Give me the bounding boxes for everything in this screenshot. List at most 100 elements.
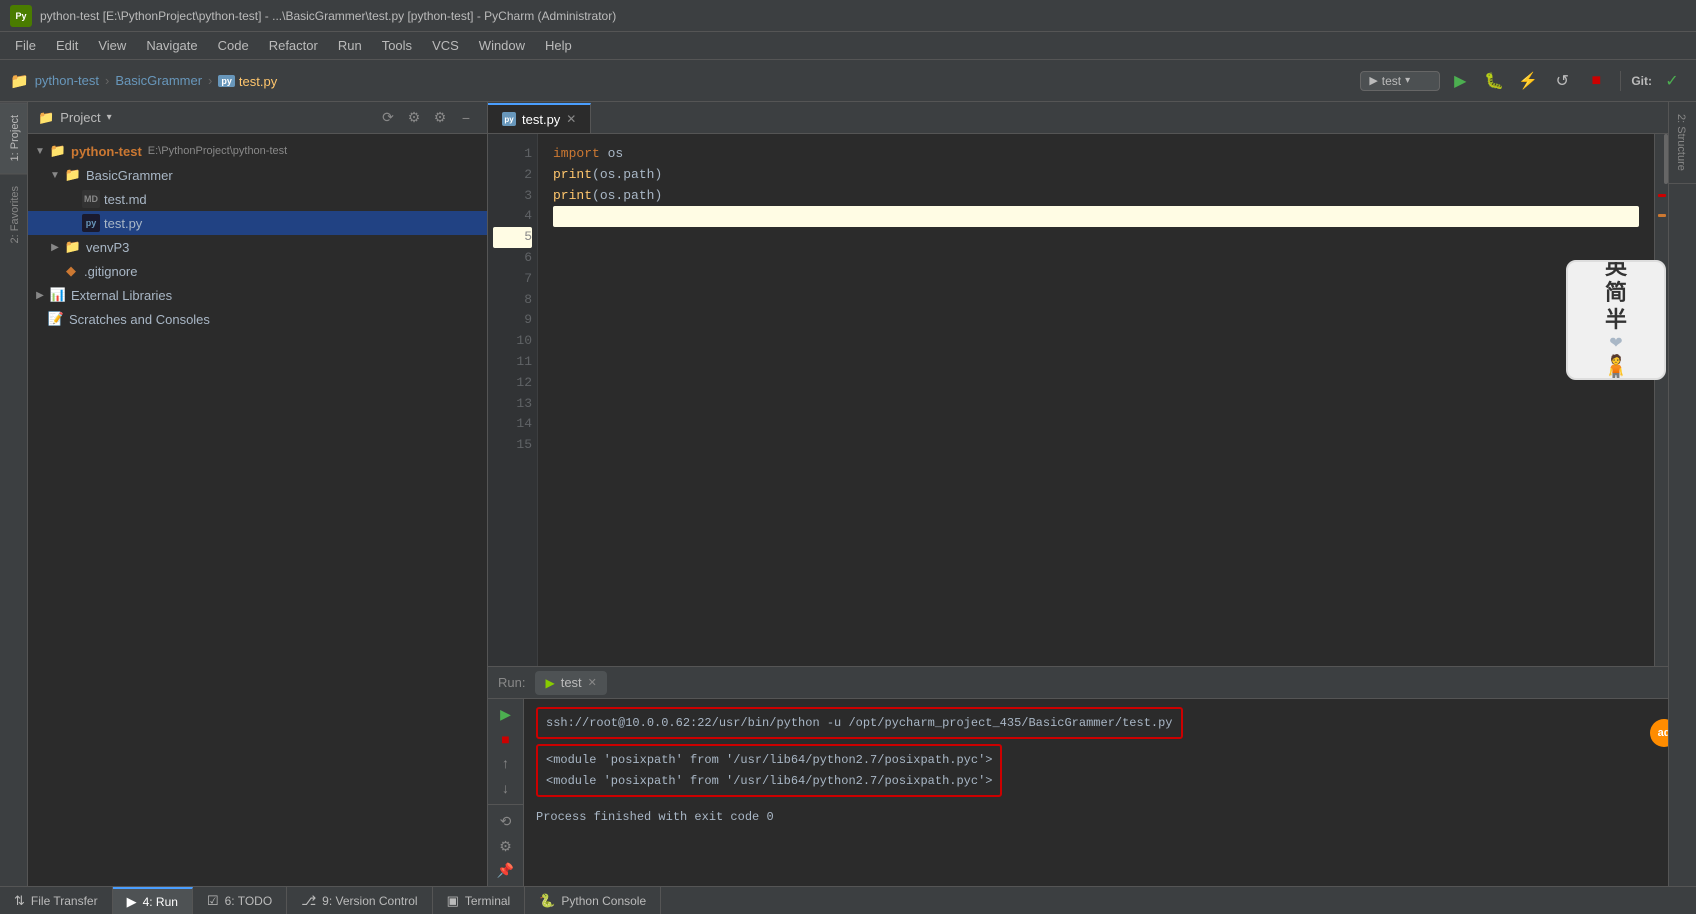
sync-button[interactable]: ⟳ xyxy=(377,107,399,129)
run-label: Run: xyxy=(498,675,525,690)
line-numbers: 1234 5 678910 1112131415 xyxy=(488,134,538,666)
stop-button[interactable]: ■ xyxy=(1582,67,1610,95)
tree-item-gitignore[interactable]: ◆ .gitignore xyxy=(28,259,487,283)
code-content-area[interactable]: import os print(os.path) print(os.path) xyxy=(538,134,1654,666)
tab-close-testpy[interactable]: ✕ xyxy=(566,112,576,126)
python-console-icon: 🐍 xyxy=(539,893,555,909)
project-panel: 📁 Project ▾ ⟳ ⚙ ⚙ − ▼ 📁 python-test E:\P… xyxy=(28,102,488,886)
run-tab-label: test xyxy=(561,675,582,690)
menu-code[interactable]: Code xyxy=(208,34,259,57)
run-restart-button[interactable]: ▶ xyxy=(493,704,519,725)
breadcrumb-file[interactable]: py test.py xyxy=(218,72,277,89)
mascot-sticker: 英简半 ❤ 🧍 xyxy=(1566,260,1666,380)
bottom-tab-terminal-label: Terminal xyxy=(465,894,510,908)
menu-help[interactable]: Help xyxy=(535,34,582,57)
bottom-tab-run-label: 4: Run xyxy=(143,895,178,909)
run-config-selector[interactable]: ▶ test ▾ xyxy=(1360,71,1440,91)
expand-arrow-basicgrammer[interactable]: ▼ xyxy=(48,168,62,182)
command-line: ssh://root@10.0.0.62:22/usr/bin/python -… xyxy=(546,716,1173,730)
run-pin-button[interactable]: 📌 xyxy=(493,860,519,881)
run-scroll-down[interactable]: ↓ xyxy=(493,778,519,799)
scratch-icon: 📝 xyxy=(47,310,65,328)
menu-refactor[interactable]: Refactor xyxy=(259,34,328,57)
bottom-tab-vcs-label: 9: Version Control xyxy=(322,894,417,908)
tree-item-venv[interactable]: ▶ 📁 venvP3 xyxy=(28,235,487,259)
window-icon: Py xyxy=(10,5,32,27)
menu-edit[interactable]: Edit xyxy=(46,34,88,57)
editor-tab-testpy[interactable]: py test.py ✕ xyxy=(488,103,591,133)
tab-label-testpy: test.py xyxy=(522,112,560,127)
run-stop-button[interactable]: ■ xyxy=(493,729,519,750)
editor-tabs: py test.py ✕ xyxy=(488,102,1668,134)
menu-run[interactable]: Run xyxy=(328,34,372,57)
bottom-tab-terminal[interactable]: ▣ Terminal xyxy=(433,887,526,914)
bottom-tab-todo[interactable]: ☑ 6: TODO xyxy=(193,887,287,914)
tree-item-testpy[interactable]: py test.py xyxy=(28,211,487,235)
tree-item-scratches[interactable]: 📝 Scratches and Consoles xyxy=(28,307,487,331)
code-editor[interactable]: 1234 5 678910 1112131415 import os print… xyxy=(488,134,1668,666)
tree-label-venv: venvP3 xyxy=(86,240,129,255)
title-text: python-test [E:\PythonProject\python-tes… xyxy=(40,9,616,23)
bottom-tab-python-console-label: Python Console xyxy=(561,894,646,908)
toolbar-right: ▶ test ▾ ▶ 🐛 ⚡ ↺ ■ Git: ✓ xyxy=(1360,67,1686,95)
bottom-tab-run[interactable]: ▶ 4: Run xyxy=(113,887,193,914)
menu-vcs[interactable]: VCS xyxy=(422,34,469,57)
tree-label-root: python-test xyxy=(71,144,142,159)
menu-window[interactable]: Window xyxy=(469,34,535,57)
tree-item-testmd[interactable]: MD test.md xyxy=(28,187,487,211)
project-dropdown-arrow[interactable]: ▾ xyxy=(107,112,112,123)
coverage-button[interactable]: ⚡ xyxy=(1514,67,1542,95)
breadcrumb-folder[interactable]: BasicGrammer xyxy=(115,73,202,88)
output-line-2: <module 'posixpath' from '/usr/lib64/pyt… xyxy=(546,771,992,791)
tree-label-testpy: test.py xyxy=(104,216,142,231)
menu-tools[interactable]: Tools xyxy=(372,34,422,57)
run-tab-close[interactable]: ✕ xyxy=(588,676,597,689)
filter-button[interactable]: ⚙ xyxy=(403,107,425,129)
py-icon-testpy: py xyxy=(82,214,100,232)
code-line-3: print(os.path) xyxy=(553,186,1639,207)
tree-item-external-libs[interactable]: ▶ 📊 External Libraries xyxy=(28,283,487,307)
minimize-button[interactable]: − xyxy=(455,107,477,129)
run-button[interactable]: ▶ xyxy=(1446,67,1474,95)
editor-scrollbar[interactable] xyxy=(1654,134,1668,666)
menu-view[interactable]: View xyxy=(88,34,136,57)
file-tree: ▼ 📁 python-test E:\PythonProject\python-… xyxy=(28,134,487,886)
run-settings-button[interactable]: ⚙ xyxy=(493,836,519,857)
run-toolbar: ▶ ■ ↑ ↓ ⟲ ⚙ 📌 xyxy=(488,699,524,886)
run-wrap-button[interactable]: ⟲ xyxy=(493,811,519,832)
filetransfer-icon: ⇅ xyxy=(14,893,25,909)
bottom-tab-filetransfer[interactable]: ⇅ File Transfer xyxy=(0,887,113,914)
vtab-project[interactable]: 1: Project xyxy=(0,102,27,173)
tree-label-gitignore: .gitignore xyxy=(84,264,137,279)
expand-arrow-root[interactable]: ▼ xyxy=(33,144,47,158)
process-finished-line: Process finished with exit code 0 xyxy=(536,807,1656,827)
run-panel-tabs: Run: ▶ test ✕ xyxy=(488,667,1668,699)
tree-item-root[interactable]: ▼ 📁 python-test E:\PythonProject\python-… xyxy=(28,139,487,163)
run-output[interactable]: ssh://root@10.0.0.62:22/usr/bin/python -… xyxy=(524,699,1668,886)
debug-button[interactable]: 🐛 xyxy=(1480,67,1508,95)
tree-label-extlibs: External Libraries xyxy=(71,288,172,303)
profile-button[interactable]: ↺ xyxy=(1548,67,1576,95)
bottom-tab-vcs[interactable]: ⎇ 9: Version Control xyxy=(287,887,432,914)
menu-navigate[interactable]: Navigate xyxy=(136,34,207,57)
vtab-favorites[interactable]: 2: Favorites xyxy=(0,173,27,255)
expand-arrow-venv[interactable]: ▶ xyxy=(48,240,62,254)
breadcrumb-project[interactable]: python-test xyxy=(35,73,99,88)
command-output-box: ssh://root@10.0.0.62:22/usr/bin/python -… xyxy=(536,707,1656,742)
run-tab-test[interactable]: ▶ test ✕ xyxy=(535,671,606,695)
menu-file[interactable]: File xyxy=(5,34,46,57)
md-icon: MD xyxy=(82,190,100,208)
settings-gear-icon[interactable]: ⚙ xyxy=(429,107,451,129)
git-checkmark[interactable]: ✓ xyxy=(1658,67,1686,95)
bottom-tab-python-console[interactable]: 🐍 Python Console xyxy=(525,887,661,914)
tree-item-basicgrammer[interactable]: ▼ 📁 BasicGrammer xyxy=(28,163,487,187)
tree-label-testmd: test.md xyxy=(104,192,147,207)
run-scroll-up[interactable]: ↑ xyxy=(493,753,519,774)
folder-icon-root: 📁 xyxy=(49,142,67,160)
code-line-1: import os xyxy=(553,144,1639,165)
right-vertical-tabs: 2: Structure xyxy=(1668,102,1696,886)
rvtab-structure[interactable]: 2: Structure xyxy=(1669,102,1696,184)
run-panel: Run: ▶ test ✕ ▶ ■ ↑ ↓ ⟲ ⚙ 📌 xyxy=(488,666,1668,886)
expand-arrow-extlibs[interactable]: ▶ xyxy=(33,288,47,302)
menu-bar: File Edit View Navigate Code Refactor Ru… xyxy=(0,32,1696,60)
